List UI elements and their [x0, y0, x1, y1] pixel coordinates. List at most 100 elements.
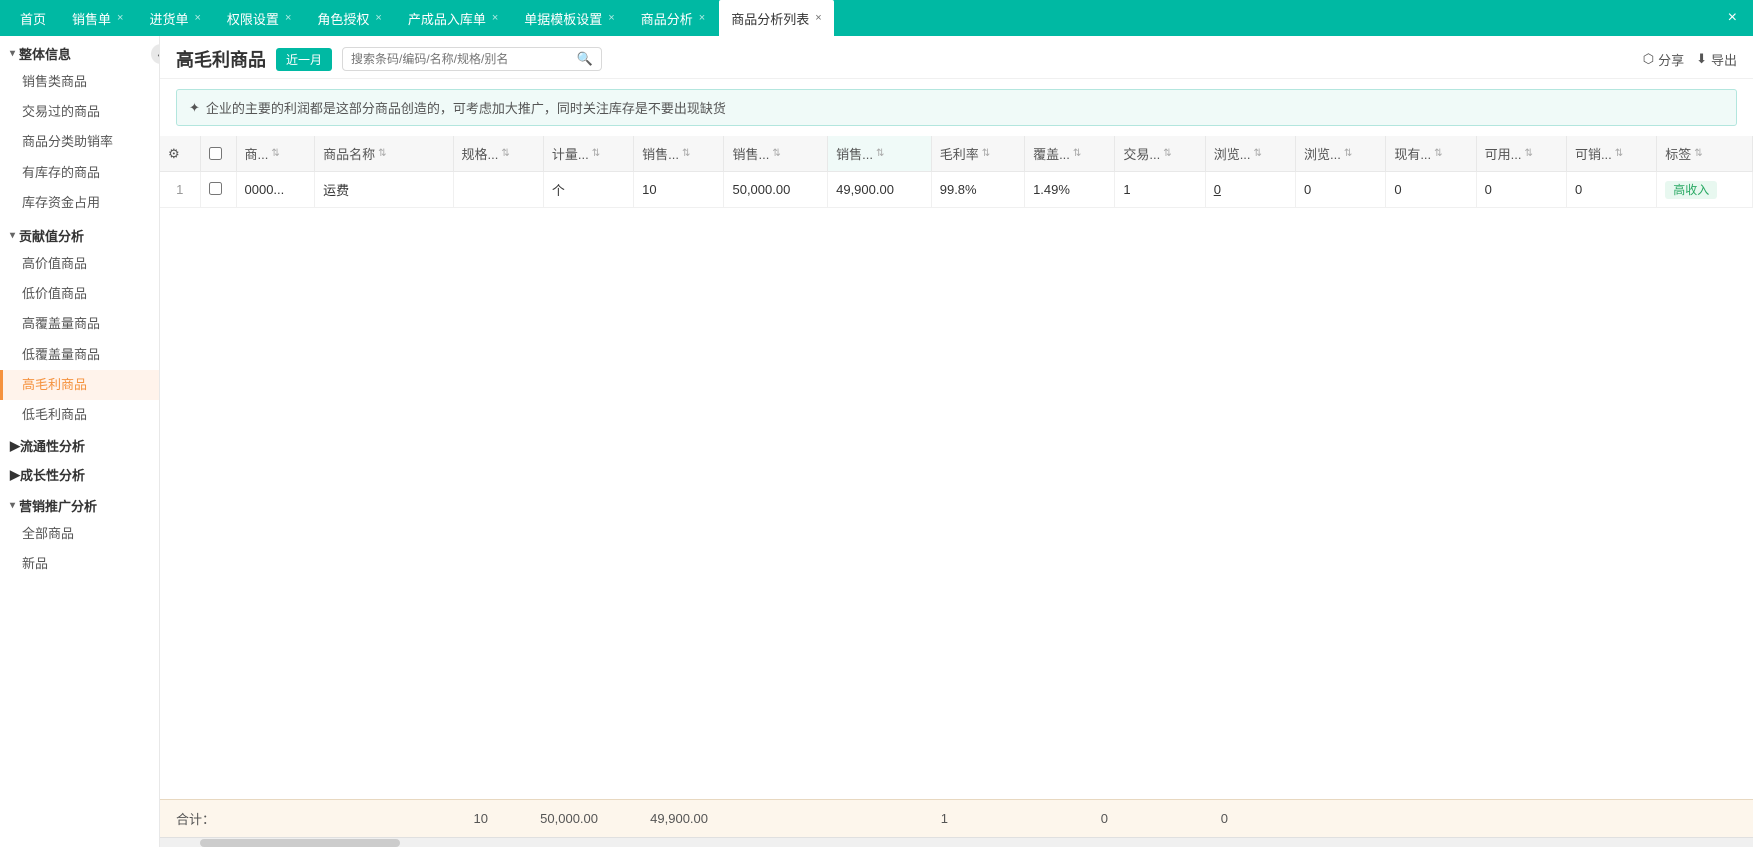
- search-box: 🔍: [342, 47, 602, 71]
- row-checkbox[interactable]: [209, 182, 222, 195]
- sort-icon-gross-margin: ⇅: [982, 148, 990, 159]
- th-coverage[interactable]: 覆盖...⇅: [1025, 136, 1115, 172]
- sort-icon-name: ⇅: [378, 148, 386, 159]
- nav-product-analysis[interactable]: 商品分析 ×: [629, 0, 717, 36]
- nav-product-analysis-list[interactable]: 商品分析列表 ×: [719, 0, 833, 36]
- page-title: 高毛利商品: [176, 46, 266, 72]
- sidebar-group-growth[interactable]: ▶ 成长性分析: [0, 459, 159, 488]
- nav-instock-close[interactable]: ×: [492, 12, 498, 24]
- nav-permissions[interactable]: 权限设置 ×: [215, 0, 303, 36]
- footer-current-stock: 0: [1016, 811, 1116, 826]
- footer-saleable: 0: [1156, 811, 1236, 826]
- sort-icon-code: ⇅: [271, 148, 279, 159]
- nav-roles-close[interactable]: ×: [375, 12, 381, 24]
- sidebar-group-overall[interactable]: ▾ 整体信息: [0, 36, 159, 67]
- th-unit[interactable]: 计量...⇅: [543, 136, 633, 172]
- top-nav: 首页 销售单 × 进货单 × 权限设置 × 角色授权 × 产成品入库单 × 单据…: [0, 0, 1753, 36]
- main-layout: « ▾ 整体信息 销售类商品 交易过的商品 商品分类助销率 有库存的商品 库存资…: [0, 36, 1753, 847]
- th-code[interactable]: 商...⇅: [236, 136, 315, 172]
- sidebar-item-all-products[interactable]: 全部商品: [0, 519, 159, 549]
- nav-roles[interactable]: 角色授权 ×: [305, 0, 393, 36]
- th-settings[interactable]: ⚙: [160, 136, 200, 172]
- arrow-overall: ▾: [10, 48, 15, 59]
- sidebar-item-high-value[interactable]: 高价值商品: [0, 249, 159, 279]
- table-wrapper: ⚙ 商...⇅ 商品名称⇅ 规格...⇅: [160, 136, 1753, 799]
- th-browse1[interactable]: 浏览...⇅: [1205, 136, 1295, 172]
- arrow-liquidity: ▶: [10, 438, 20, 454]
- th-sales-amount[interactable]: 销售...⇅: [724, 136, 828, 172]
- cell-coverage: 1.49%: [1025, 172, 1115, 208]
- th-spec[interactable]: 规格...⇅: [453, 136, 543, 172]
- nav-templates-close[interactable]: ×: [608, 12, 614, 24]
- close-all-tabs[interactable]: ×: [1720, 9, 1745, 27]
- cell-checkbox[interactable]: [200, 172, 236, 208]
- footer-sales-qty: 10: [416, 811, 496, 826]
- sidebar-item-high-margin[interactable]: 高毛利商品: [0, 370, 159, 400]
- cell-browse1[interactable]: 0: [1205, 172, 1295, 208]
- search-input[interactable]: [351, 52, 577, 66]
- nav-product-analysis-close[interactable]: ×: [699, 12, 705, 24]
- nav-templates[interactable]: 单据模板设置 ×: [512, 0, 626, 36]
- sort-icon-browse2: ⇅: [1344, 148, 1352, 159]
- footer-row: 合计： 10 50,000.00 49,900.00 1 0 0: [160, 799, 1753, 837]
- sidebar-group-marketing[interactable]: ▾ 营销推广分析: [0, 488, 159, 519]
- date-filter-button[interactable]: 近一月: [276, 48, 332, 71]
- th-sales-qty[interactable]: 销售...⇅: [634, 136, 724, 172]
- cell-current-stock: 0: [1386, 172, 1476, 208]
- cell-saleable: 0: [1566, 172, 1656, 208]
- sort-icon-sales-amount: ⇅: [772, 148, 780, 159]
- th-browse2[interactable]: 浏览...⇅: [1296, 136, 1386, 172]
- cell-browse2: 0: [1296, 172, 1386, 208]
- sidebar-item-low-value[interactable]: 低价值商品: [0, 279, 159, 309]
- share-icon: ⬡: [1643, 51, 1654, 67]
- export-button[interactable]: ⬇ 导出: [1696, 50, 1737, 69]
- sidebar-item-stock-capital[interactable]: 库存资金占用: [0, 188, 159, 218]
- th-transactions[interactable]: 交易...⇅: [1115, 136, 1205, 172]
- th-sales-cost[interactable]: 销售...⇅: [828, 136, 932, 172]
- nav-purchase[interactable]: 进货单 ×: [137, 0, 212, 36]
- cell-tag: 高收入: [1657, 172, 1753, 208]
- nav-home[interactable]: 首页: [8, 0, 58, 36]
- sidebar-item-in-stock[interactable]: 有库存的商品: [0, 158, 159, 188]
- product-table: ⚙ 商...⇅ 商品名称⇅ 规格...⇅: [160, 136, 1753, 208]
- arrow-growth: ▶: [10, 467, 20, 483]
- sort-icon-browse1: ⇅: [1254, 148, 1262, 159]
- sort-icon-unit: ⇅: [592, 148, 600, 159]
- share-button[interactable]: ⬡ 分享: [1643, 50, 1684, 69]
- select-all-checkbox[interactable]: [209, 147, 222, 160]
- sidebar-item-sales-products[interactable]: 销售类商品: [0, 67, 159, 97]
- nav-sales-close[interactable]: ×: [117, 12, 123, 24]
- arrow-marketing: ▾: [10, 500, 15, 511]
- th-gross-margin[interactable]: 毛利率⇅: [931, 136, 1024, 172]
- cell-unit: 个: [543, 172, 633, 208]
- sidebar-item-high-coverage[interactable]: 高覆盖量商品: [0, 309, 159, 339]
- sort-icon-current-stock: ⇅: [1434, 148, 1442, 159]
- sidebar-item-category-rate[interactable]: 商品分类助销率: [0, 127, 159, 157]
- nav-product-analysis-list-close[interactable]: ×: [815, 12, 821, 24]
- th-saleable[interactable]: 可销...⇅: [1566, 136, 1656, 172]
- arrow-contribution: ▾: [10, 230, 15, 241]
- nav-instock[interactable]: 产成品入库单 ×: [396, 0, 510, 36]
- sort-icon-sales-cost: ⇅: [876, 148, 884, 159]
- th-name[interactable]: 商品名称⇅: [315, 136, 453, 172]
- export-icon: ⬇: [1696, 51, 1707, 67]
- sidebar-group-contribution[interactable]: ▾ 贡献值分析: [0, 218, 159, 249]
- nav-sales[interactable]: 销售单 ×: [60, 0, 135, 36]
- sidebar-item-low-coverage[interactable]: 低覆盖量商品: [0, 340, 159, 370]
- scrollbar-thumb[interactable]: [200, 839, 400, 847]
- th-tag[interactable]: 标签⇅: [1657, 136, 1753, 172]
- nav-permissions-close[interactable]: ×: [285, 12, 291, 24]
- cell-name[interactable]: 运费: [315, 172, 453, 208]
- nav-purchase-close[interactable]: ×: [194, 12, 200, 24]
- th-available[interactable]: 可用...⇅: [1476, 136, 1566, 172]
- info-icon: ✦: [189, 100, 200, 116]
- horizontal-scrollbar[interactable]: [160, 837, 1753, 847]
- cell-sales-cost: 49,900.00: [828, 172, 932, 208]
- search-icon[interactable]: 🔍: [577, 51, 593, 67]
- sidebar-item-new-products[interactable]: 新品: [0, 549, 159, 579]
- sidebar-item-traded-products[interactable]: 交易过的商品: [0, 97, 159, 127]
- sidebar-item-low-margin[interactable]: 低毛利商品: [0, 400, 159, 430]
- sidebar-group-liquidity[interactable]: ▶ 流通性分析: [0, 430, 159, 459]
- th-current-stock[interactable]: 现有...⇅: [1386, 136, 1476, 172]
- cell-sales-amount: 50,000.00: [724, 172, 828, 208]
